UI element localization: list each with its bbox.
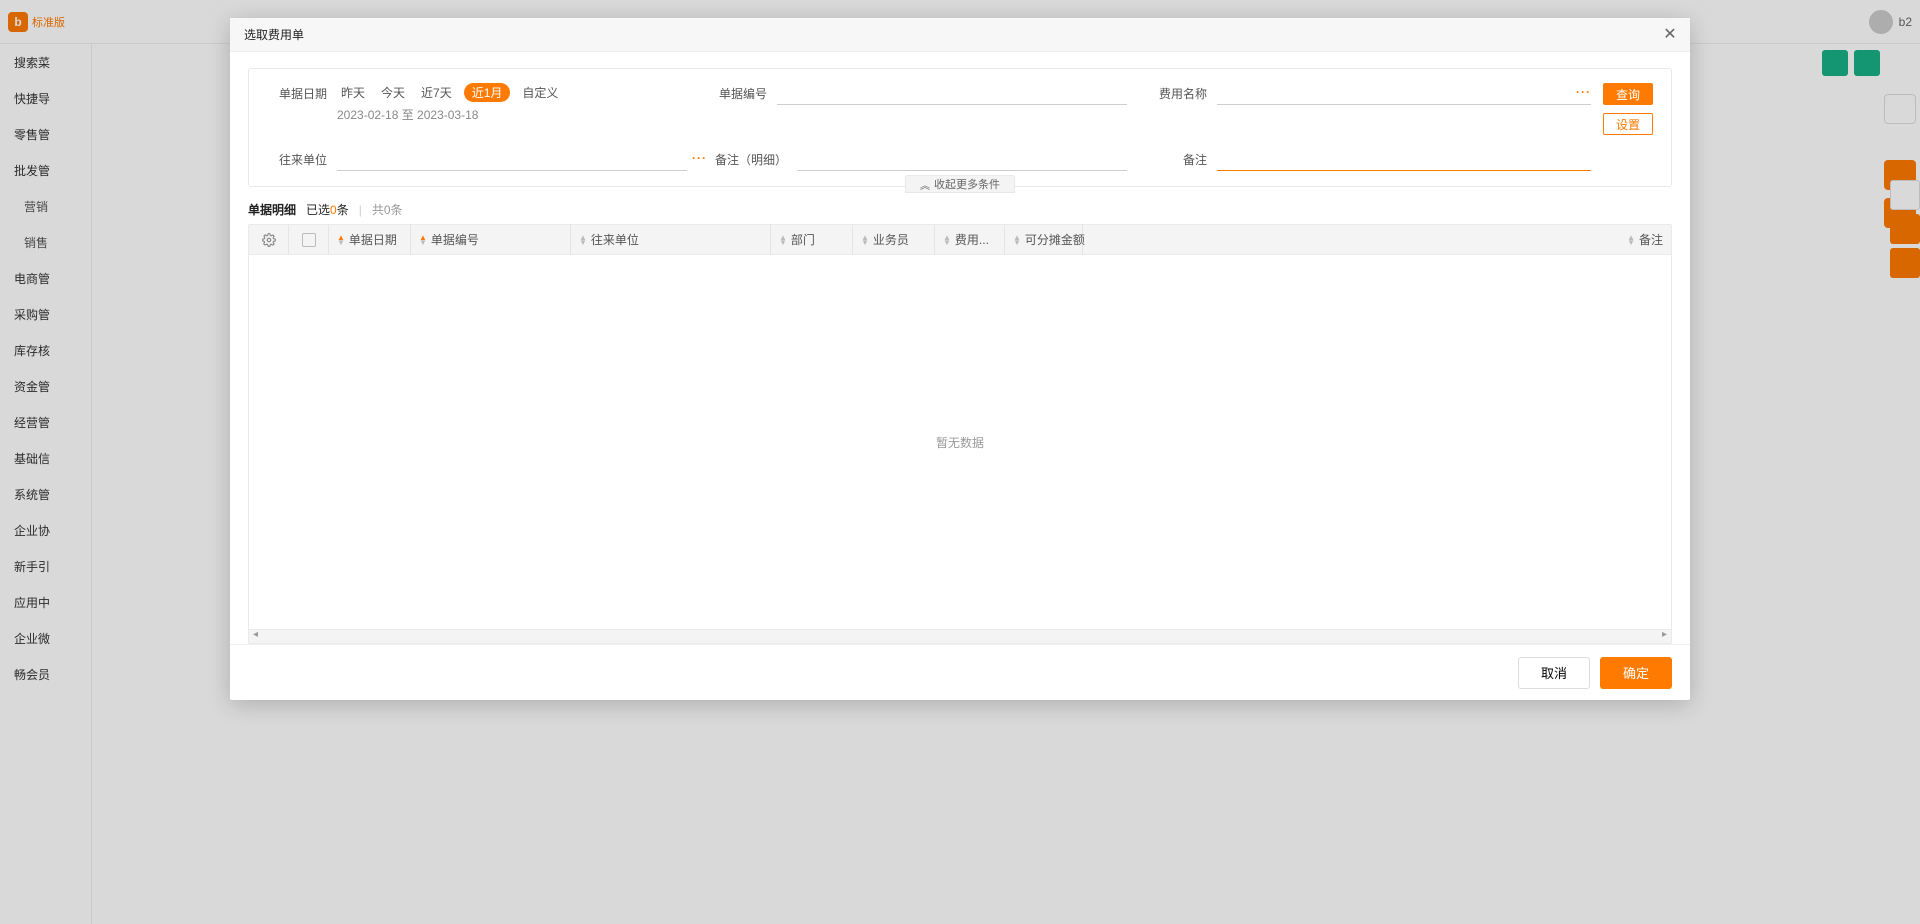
date-range-text: 2023-02-18 至 2023-03-18 bbox=[337, 106, 707, 123]
total-count-text: 共0条 bbox=[372, 201, 403, 218]
filter-label-date: 单据日期 bbox=[267, 83, 327, 102]
filter-label-no: 单据编号 bbox=[707, 83, 767, 102]
remark-input[interactable] bbox=[1217, 149, 1591, 171]
party-input[interactable] bbox=[337, 149, 687, 171]
filter-label-remark: 备注 bbox=[1147, 149, 1207, 168]
modal-select-expense: 选取费用单 ✕ 单据日期 昨天 今天 近7天 近1月 bbox=[230, 18, 1690, 700]
modal-header: 选取费用单 ✕ bbox=[230, 18, 1690, 52]
sort-icon: ▲▼ bbox=[337, 235, 345, 245]
divider-text: | bbox=[359, 203, 362, 217]
collapse-filters-button[interactable]: ︽ 收起更多条件 bbox=[905, 175, 1015, 193]
col-party[interactable]: ▲▼ 往来单位 bbox=[571, 225, 771, 254]
filter-label-remark-detail: 备注（明细） bbox=[707, 149, 787, 168]
chevron-double-up-icon: ︽ bbox=[920, 177, 930, 192]
col-biz[interactable]: ▲▼ 业务员 bbox=[853, 225, 935, 254]
list-section-title: 单据明细 bbox=[248, 201, 296, 218]
gear-icon bbox=[262, 233, 276, 247]
col-dept[interactable]: ▲▼ 部门 bbox=[771, 225, 853, 254]
modal-body: 单据日期 昨天 今天 近7天 近1月 自定义 2023-02-18 至 2023… bbox=[230, 52, 1690, 644]
fee-name-picker-icon[interactable]: ··· bbox=[1576, 85, 1591, 99]
column-settings-button[interactable] bbox=[249, 225, 289, 254]
table-header: ▲▼ 单据日期 ▲▼ 单据编号 ▲▼ 往来单位 ▲▼ 部门 bbox=[249, 225, 1671, 255]
settings-button[interactable]: 设置 bbox=[1603, 113, 1653, 135]
date-pill-last1m[interactable]: 近1月 bbox=[464, 83, 511, 102]
col-date[interactable]: ▲▼ 单据日期 bbox=[329, 225, 411, 254]
checkbox-icon bbox=[302, 233, 316, 247]
modal-footer: 取消 确定 bbox=[230, 644, 1690, 700]
selected-count-text: 已选0条 bbox=[306, 201, 349, 218]
close-icon[interactable]: ✕ bbox=[1660, 24, 1680, 44]
sort-icon: ▲▼ bbox=[419, 235, 427, 245]
col-amount[interactable]: ▲▼ 可分摊金额 bbox=[1005, 225, 1083, 254]
sort-icon: ▲▼ bbox=[861, 235, 869, 245]
sort-icon: ▲▼ bbox=[1627, 235, 1635, 245]
party-picker-icon[interactable]: ··· bbox=[692, 151, 707, 165]
table: ▲▼ 单据日期 ▲▼ 单据编号 ▲▼ 往来单位 ▲▼ 部门 bbox=[248, 224, 1672, 644]
filter-label-party: 往来单位 bbox=[267, 149, 327, 168]
cancel-button[interactable]: 取消 bbox=[1518, 657, 1590, 689]
query-button[interactable]: 查询 bbox=[1603, 83, 1653, 105]
sort-icon: ▲▼ bbox=[1013, 235, 1021, 245]
fee-name-input[interactable] bbox=[1217, 83, 1591, 105]
modal-overlay: 选取费用单 ✕ 单据日期 昨天 今天 近7天 近1月 bbox=[0, 0, 1920, 924]
ok-button[interactable]: 确定 bbox=[1600, 657, 1672, 689]
horizontal-scrollbar[interactable] bbox=[249, 629, 1671, 643]
sort-icon: ▲▼ bbox=[943, 235, 951, 245]
date-pill-last7[interactable]: 近7天 bbox=[417, 83, 456, 102]
remark-detail-input[interactable] bbox=[797, 149, 1127, 171]
sort-icon: ▲▼ bbox=[779, 235, 787, 245]
col-no[interactable]: ▲▼ 单据编号 bbox=[411, 225, 571, 254]
filter-panel: 单据日期 昨天 今天 近7天 近1月 自定义 2023-02-18 至 2023… bbox=[248, 68, 1672, 187]
date-pill-yesterday[interactable]: 昨天 bbox=[337, 83, 369, 102]
select-all-checkbox[interactable] bbox=[289, 225, 329, 254]
modal-title: 选取费用单 bbox=[244, 26, 304, 43]
col-fee[interactable]: ▲▼ 费用... bbox=[935, 225, 1005, 254]
date-pill-group: 昨天 今天 近7天 近1月 自定义 bbox=[337, 83, 707, 102]
date-pill-today[interactable]: 今天 bbox=[377, 83, 409, 102]
doc-no-input[interactable] bbox=[777, 83, 1127, 105]
filter-label-fee: 费用名称 bbox=[1147, 83, 1207, 102]
date-pill-custom[interactable]: 自定义 bbox=[518, 83, 562, 102]
empty-state-text: 暂无数据 bbox=[249, 255, 1671, 629]
sort-icon: ▲▼ bbox=[579, 235, 587, 245]
list-section-header: 单据明细 已选0条 | 共0条 bbox=[248, 201, 1672, 218]
col-remark[interactable]: ▲▼ 备注 bbox=[1083, 225, 1671, 254]
